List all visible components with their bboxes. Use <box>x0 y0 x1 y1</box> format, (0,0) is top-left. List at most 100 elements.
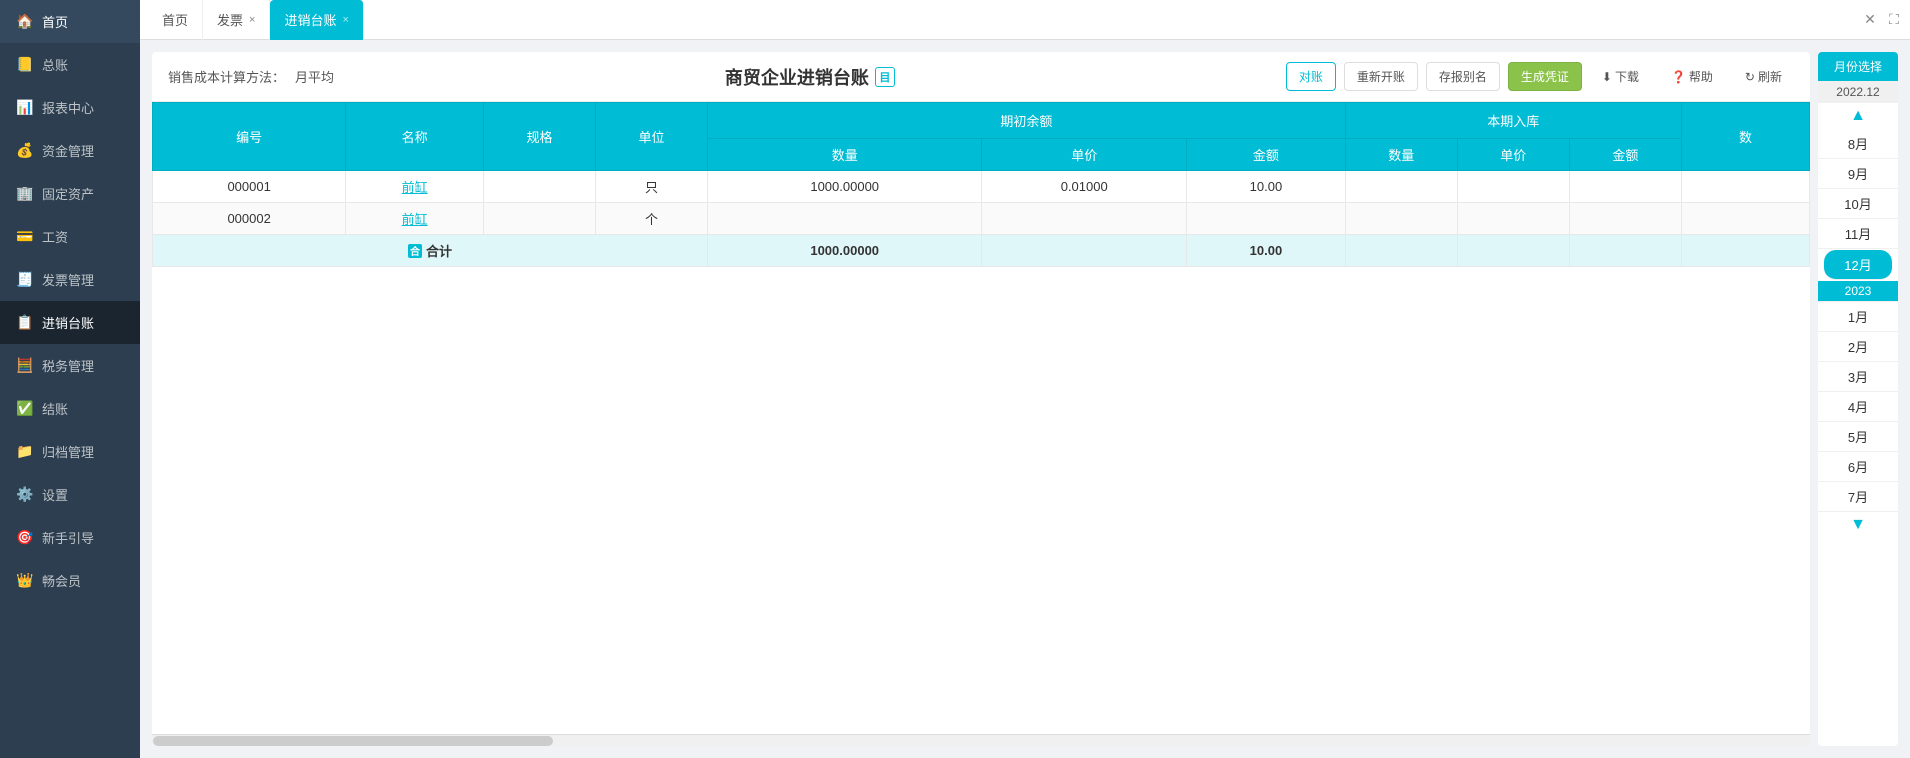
refresh-icon: ↻ <box>1745 70 1755 84</box>
month-item-2023-7[interactable]: 7月 <box>1818 482 1898 512</box>
funds-icon: 💰 <box>16 142 34 159</box>
generate-voucher-button[interactable]: 生成凭证 <box>1508 62 1582 91</box>
download-button[interactable]: ⬇ 下载 <box>1590 63 1651 90</box>
settings-icon: ⚙️ <box>16 486 34 503</box>
tab-home[interactable]: 首页 <box>148 0 203 40</box>
sidebar-label-invoice-mgmt: 发票管理 <box>42 270 94 289</box>
sidebar-label-purchase-sale: 进销台账 <box>42 313 94 332</box>
sidebar-item-tax[interactable]: 🧮 税务管理 <box>0 344 140 387</box>
table-row[interactable]: 000001 前缸 只 1000.00000 0.01000 10.00 <box>153 171 1810 203</box>
refresh-button[interactable]: ↻ 刷新 <box>1733 63 1794 90</box>
total-icon: 合 <box>408 244 422 258</box>
month-item-2023-1[interactable]: 1月 <box>1818 302 1898 332</box>
cost-method-label: 销售成本计算方法： <box>168 67 285 86</box>
sidebar-item-archive[interactable]: 📁 归档管理 <box>0 430 140 473</box>
close-window-button[interactable]: ✕ <box>1862 12 1878 28</box>
col-header-spec: 规格 <box>483 103 595 171</box>
tab-bar: 首页 发票 × 进销台账 × ✕ ⛶ <box>140 0 1910 40</box>
main-panel: 销售成本计算方法： 月平均 商贸企业进销台账 目 对账 重新开账 存报别名 生成… <box>152 52 1810 746</box>
scroll-track[interactable] <box>153 736 553 746</box>
content-area: 销售成本计算方法： 月平均 商贸企业进销台账 目 对账 重新开账 存报别名 生成… <box>140 40 1910 758</box>
help-button[interactable]: ❓ 帮助 <box>1659 63 1725 90</box>
cell-code-1: 000001 <box>153 171 346 203</box>
invoice-mgmt-icon: 🧾 <box>16 271 34 288</box>
month-item-2023-4[interactable]: 4月 <box>1818 392 1898 422</box>
sidebar-item-home[interactable]: 🏠 首页 <box>0 0 140 43</box>
ledger-icon: 📒 <box>16 56 34 73</box>
settlement-icon: ✅ <box>16 400 34 417</box>
table-row[interactable]: 000002 前缸 个 <box>153 203 1810 235</box>
main-area: 首页 发票 × 进销台账 × ✕ ⛶ 销售成本计算方法： 月平均 商贸企业进销台… <box>140 0 1910 758</box>
tab-invoice-close[interactable]: × <box>249 14 255 26</box>
sub-header-opening-amount: 金额 <box>1187 139 1346 171</box>
sidebar-item-guide[interactable]: 🎯 新手引导 <box>0 516 140 559</box>
reconcile-button[interactable]: 对账 <box>1286 62 1336 91</box>
horizontal-scrollbar[interactable] <box>152 734 1810 746</box>
total-inbound-price <box>1457 235 1569 267</box>
sidebar-item-assets[interactable]: 🏢 固定资产 <box>0 172 140 215</box>
table-container: 编号 名称 规格 单位 期初余额 本期入库 数 数量 单价 金额 数 <box>152 102 1810 734</box>
sidebar-item-funds[interactable]: 💰 资金管理 <box>0 129 140 172</box>
sub-header-opening-price: 单价 <box>982 139 1187 171</box>
month-item-2023-5[interactable]: 5月 <box>1818 422 1898 452</box>
sidebar-label-archive: 归档管理 <box>42 442 94 461</box>
total-label-cell: 合 合计 <box>153 235 708 267</box>
sidebar-item-invoice-mgmt[interactable]: 🧾 发票管理 <box>0 258 140 301</box>
assets-icon: 🏢 <box>16 185 34 202</box>
archive-icon: 📁 <box>16 443 34 460</box>
sub-header-inbound-price: 单价 <box>1457 139 1569 171</box>
cell-inbound-price-1 <box>1457 171 1569 203</box>
month-item-12[interactable]: 12月 <box>1824 250 1892 280</box>
cell-opening-qty-2 <box>708 203 982 235</box>
cell-name-1: 前缸 <box>346 171 484 203</box>
month-scroll-up-button[interactable]: ▲ <box>1818 103 1898 129</box>
cost-method-value: 月平均 <box>295 67 334 86</box>
cell-extra-2 <box>1681 203 1809 235</box>
sidebar-item-ledger[interactable]: 📒 总账 <box>0 43 140 86</box>
month-item-9[interactable]: 9月 <box>1818 159 1898 189</box>
window-controls: ✕ ⛶ <box>1862 12 1902 28</box>
month-panel-year-2022: 2022.12 <box>1818 81 1898 103</box>
cell-opening-amount-2 <box>1187 203 1346 235</box>
save-as-button[interactable]: 存报别名 <box>1426 62 1500 91</box>
month-scroll-down-button[interactable]: ▼ <box>1818 512 1898 538</box>
sidebar-item-settlement[interactable]: ✅ 结账 <box>0 387 140 430</box>
cell-unit-1: 只 <box>596 171 708 203</box>
sidebar-label-funds: 资金管理 <box>42 141 94 160</box>
help-icon: ❓ <box>1671 70 1686 84</box>
sidebar-item-salary[interactable]: 💳 工资 <box>0 215 140 258</box>
month-item-2023-2[interactable]: 2月 <box>1818 332 1898 362</box>
tab-purchase-sale-close[interactable]: × <box>342 14 348 26</box>
table-body: 000001 前缸 只 1000.00000 0.01000 10.00 <box>153 171 1810 267</box>
sidebar: 🏠 首页 📒 总账 📊 报表中心 💰 资金管理 🏢 固定资产 💳 工资 🧾 发票… <box>0 0 140 758</box>
tab-invoice[interactable]: 发票 × <box>203 0 270 40</box>
sidebar-item-vip[interactable]: 👑 畅会员 <box>0 559 140 602</box>
month-item-2023-3[interactable]: 3月 <box>1818 362 1898 392</box>
cell-inbound-amount-2 <box>1569 203 1681 235</box>
cell-inbound-qty-1 <box>1345 171 1457 203</box>
purchase-sale-icon: 📋 <box>16 314 34 331</box>
sidebar-label-home: 首页 <box>42 12 68 31</box>
month-item-8[interactable]: 8月 <box>1818 129 1898 159</box>
col-header-extra: 数 <box>1681 103 1809 171</box>
month-item-10[interactable]: 10月 <box>1818 189 1898 219</box>
maximize-window-button[interactable]: ⛶ <box>1886 12 1902 28</box>
total-inbound-qty <box>1345 235 1457 267</box>
total-label: 合计 <box>426 241 452 260</box>
tax-icon: 🧮 <box>16 357 34 374</box>
sidebar-item-purchase-sale[interactable]: 📋 进销台账 <box>0 301 140 344</box>
sidebar-label-guide: 新手引导 <box>42 528 94 547</box>
panel-title-icon[interactable]: 目 <box>875 67 895 87</box>
sidebar-item-reports[interactable]: 📊 报表中心 <box>0 86 140 129</box>
month-item-11[interactable]: 11月 <box>1818 219 1898 249</box>
panel-title: 商贸企业进销台账 目 <box>344 64 1276 90</box>
col-header-unit: 单位 <box>596 103 708 171</box>
table-header-top: 编号 名称 规格 单位 期初余额 本期入库 数 <box>153 103 1810 139</box>
sidebar-label-salary: 工资 <box>42 227 68 246</box>
cell-opening-qty-1: 1000.00000 <box>708 171 982 203</box>
month-item-2023-6[interactable]: 6月 <box>1818 452 1898 482</box>
tab-purchase-sale[interactable]: 进销台账 × <box>270 0 363 40</box>
sidebar-label-settings: 设置 <box>42 485 68 504</box>
reopen-button[interactable]: 重新开账 <box>1344 62 1418 91</box>
sidebar-item-settings[interactable]: ⚙️ 设置 <box>0 473 140 516</box>
